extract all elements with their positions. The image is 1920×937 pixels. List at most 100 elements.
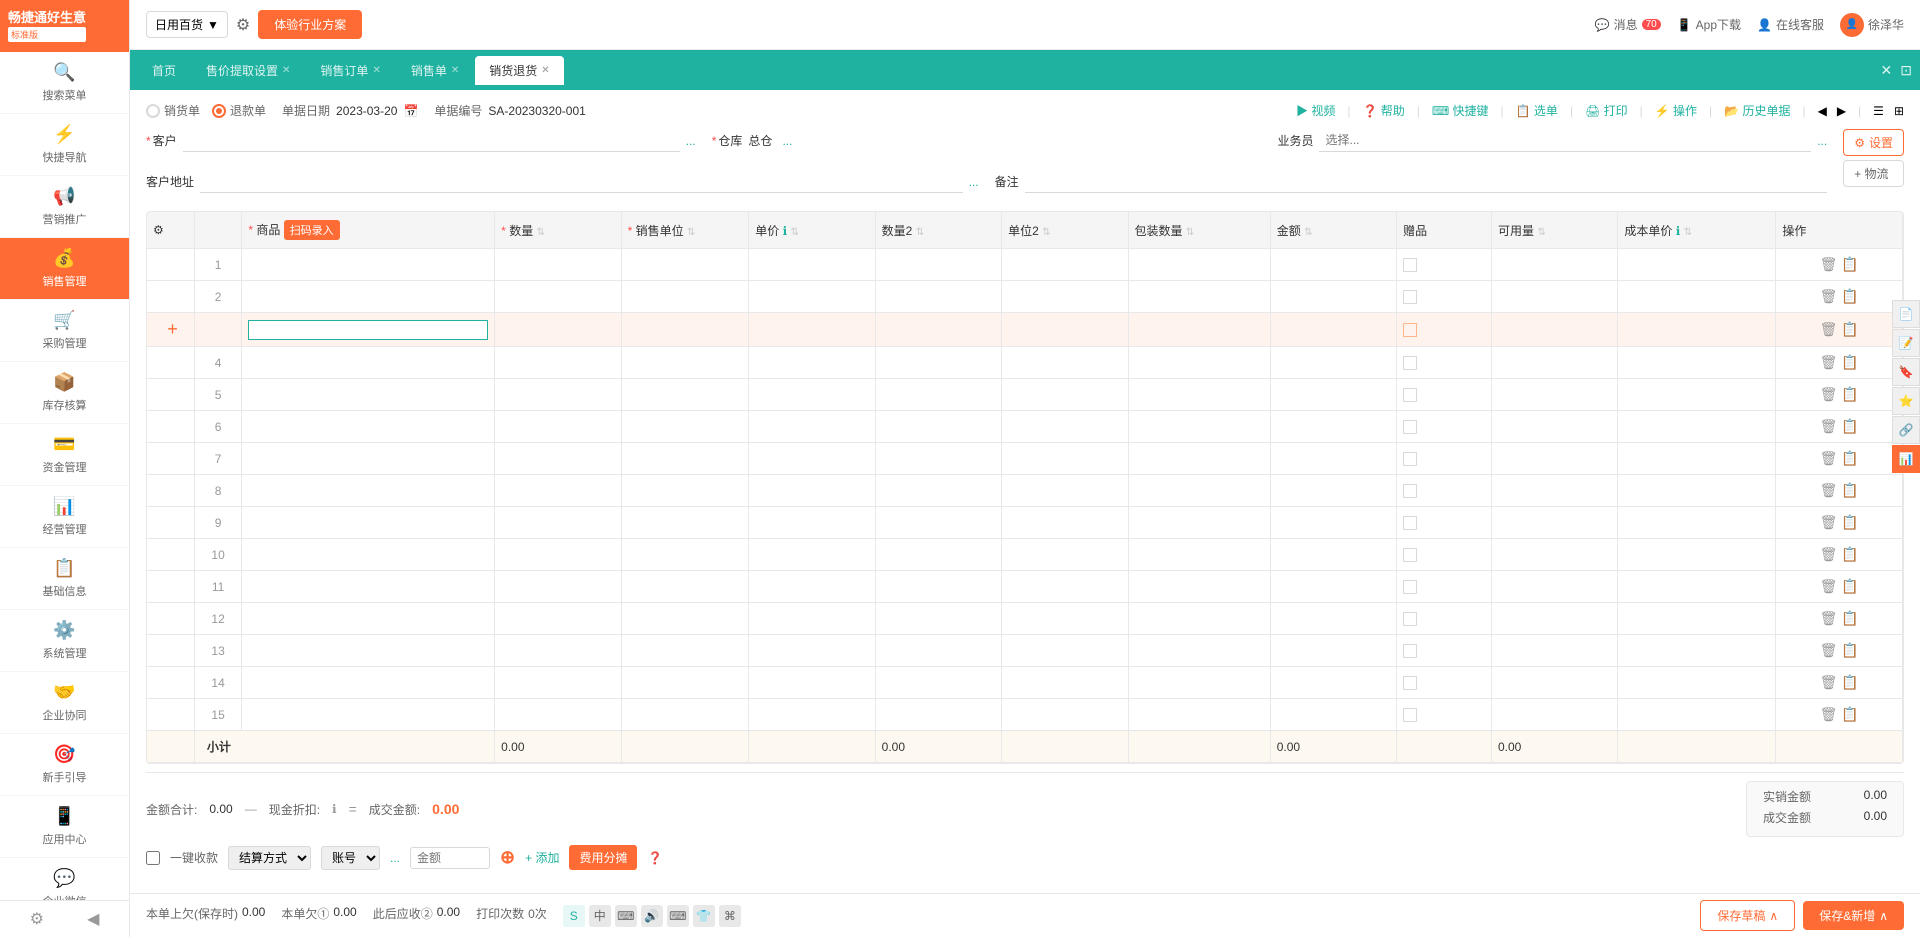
row-product-1[interactable] [242, 249, 495, 281]
product-input-active[interactable] [248, 320, 488, 340]
sidebar-item-search[interactable]: 🔍 搜索菜单 [0, 52, 129, 114]
salesperson-input[interactable] [1319, 129, 1811, 152]
sidebar-settings-btn[interactable]: ⚙ [30, 909, 44, 929]
row-amount-1[interactable] [1270, 249, 1396, 281]
prev-record-icon[interactable]: ◀ [1818, 104, 1827, 118]
delete-row-9-icon[interactable]: 🗑 [1820, 514, 1838, 531]
settings-panel-btn[interactable]: ⚙ 设置 [1843, 129, 1904, 156]
copy-row-6-icon[interactable]: 📋 [1841, 418, 1858, 435]
delete-row-1-icon[interactable]: 🗑 [1820, 256, 1838, 273]
customer-input[interactable] [183, 129, 680, 152]
sale-unit-sort-icon[interactable]: ⇅ [687, 227, 695, 238]
row-unit-price-1[interactable] [749, 249, 875, 281]
user-profile[interactable]: 👤 徐泽华 [1840, 13, 1904, 37]
next-record-icon[interactable]: ▶ [1837, 104, 1846, 118]
cash-discount-info-icon[interactable]: ℹ [332, 802, 337, 816]
column-settings-icon[interactable]: ⚙ [153, 223, 164, 237]
delete-row-8-icon[interactable]: 🗑 [1820, 482, 1838, 499]
row-sale-unit-2[interactable] [621, 281, 749, 313]
right-float-icon-3[interactable]: 🔖 [1892, 358, 1920, 386]
tab-sale-delivery[interactable]: 销售单 ✕ [397, 56, 473, 85]
logistics-btn[interactable]: + 物流 [1843, 160, 1904, 187]
qty2-sort-icon[interactable]: ⇅ [916, 227, 924, 238]
sidebar-item-system[interactable]: ⚙️ 系统管理 [0, 610, 129, 672]
gift-checkbox-4[interactable] [1403, 356, 1417, 370]
row-amount-2[interactable] [1270, 281, 1396, 313]
history-btn[interactable]: 📂 历史单据 [1724, 102, 1790, 119]
add-payment-label[interactable]: + 添加 [525, 849, 559, 866]
delete-row-10-icon[interactable]: 🗑 [1820, 546, 1838, 563]
copy-row-13-icon[interactable]: 📋 [1841, 642, 1858, 659]
gift-checkbox-13[interactable] [1403, 644, 1417, 658]
row-product-2[interactable] [242, 281, 495, 313]
package-sort-icon[interactable]: ⇅ [1186, 227, 1194, 238]
row-sale-unit-3[interactable] [621, 313, 749, 347]
tab-sale-return-close[interactable]: ✕ [541, 65, 549, 76]
online-service-item[interactable]: 👤 在线客服 [1757, 16, 1824, 33]
save-new-btn[interactable]: 保存&新增 ∧ [1803, 901, 1904, 930]
fee-split-btn[interactable]: 费用分摊 [569, 845, 637, 870]
tab-sale-price[interactable]: 售价提取设置 ✕ [192, 56, 304, 85]
sidebar-item-marketing[interactable]: 📢 营销推广 [0, 176, 129, 238]
salesperson-dots-btn[interactable]: ... [1817, 134, 1827, 148]
row-package-qty-3[interactable] [1128, 313, 1270, 347]
quantity-sort-icon[interactable]: ⇅ [537, 227, 545, 238]
delete-row-5-icon[interactable]: 🗑 [1820, 386, 1838, 403]
copy-row-10-icon[interactable]: 📋 [1841, 546, 1858, 563]
copy-row-8-icon[interactable]: 📋 [1841, 482, 1858, 499]
calendar-icon[interactable]: 📅 [403, 104, 418, 118]
tab-sale-price-close[interactable]: ✕ [282, 65, 290, 76]
tab-sale-return[interactable]: 销货退货 ✕ [475, 56, 563, 85]
row-cost-2[interactable] [1618, 281, 1776, 313]
gift-checkbox-5[interactable] [1403, 388, 1417, 402]
unit-price-sort-icon[interactable]: ⇅ [791, 227, 799, 238]
row-product-3[interactable] [242, 313, 495, 347]
sidebar-item-app-center[interactable]: 📱 应用中心 [0, 796, 129, 858]
gift-checkbox-15[interactable] [1403, 708, 1417, 722]
print-btn[interactable]: 🖨 打印 [1585, 102, 1628, 119]
gift-checkbox-10[interactable] [1403, 548, 1417, 562]
topbar-settings-icon[interactable]: ⚙ [236, 15, 250, 35]
remark-input[interactable] [1025, 170, 1828, 193]
warehouse-dots-btn[interactable]: ... [782, 134, 792, 148]
sidebar-item-finance[interactable]: 💳 资金管理 [0, 424, 129, 486]
row-cost-1[interactable] [1618, 249, 1776, 281]
copy-row-1-icon[interactable]: 📋 [1841, 256, 1858, 273]
view-grid-icon[interactable]: ⊞ [1894, 104, 1904, 118]
view-list-icon[interactable]: ☰ [1873, 104, 1884, 118]
copy-row-15-icon[interactable]: 📋 [1841, 706, 1858, 723]
gift-checkbox-8[interactable] [1403, 484, 1417, 498]
gift-checkbox-9[interactable] [1403, 516, 1417, 530]
delete-row-12-icon[interactable]: 🗑 [1820, 610, 1838, 627]
operations-btn[interactable]: ⚡ 操作 [1655, 102, 1697, 119]
delete-row-14-icon[interactable]: 🗑 [1820, 674, 1838, 691]
row-amount-3[interactable] [1270, 313, 1396, 347]
row-unit2-1[interactable] [1002, 249, 1128, 281]
row-sale-unit-1[interactable] [621, 249, 749, 281]
row-unit2-2[interactable] [1002, 281, 1128, 313]
row-available-2[interactable] [1491, 281, 1617, 313]
row-available-3[interactable] [1491, 313, 1617, 347]
radio-sale-delivery[interactable]: 销货单 [146, 102, 200, 119]
close-all-tabs-icon[interactable]: ✕ [1881, 62, 1893, 79]
tab-sale-order-close[interactable]: ✕ [372, 65, 380, 76]
copy-row-9-icon[interactable]: 📋 [1841, 514, 1858, 531]
unit-price-info-icon[interactable]: ℹ [783, 224, 788, 238]
delete-row-15-icon[interactable]: 🗑 [1820, 706, 1838, 723]
gift-checkbox-14[interactable] [1403, 676, 1417, 690]
sidebar-item-guide[interactable]: 🎯 新手引导 [0, 734, 129, 796]
account-dots-btn[interactable]: ... [390, 851, 400, 865]
right-float-icon-4[interactable]: ⭐ [1892, 387, 1920, 415]
scan-input-btn[interactable]: 扫码录入 [284, 220, 340, 240]
sidebar-item-operations[interactable]: 📊 经营管理 [0, 486, 129, 548]
add-row-btn[interactable]: + [167, 319, 178, 339]
select-btn[interactable]: 📋 选单 [1516, 102, 1558, 119]
sidebar-item-enterprise[interactable]: 🤝 企业协同 [0, 672, 129, 734]
amount-sort-icon[interactable]: ⇅ [1304, 227, 1312, 238]
cost-sort-icon[interactable]: ⇅ [1684, 227, 1692, 238]
video-btn[interactable]: ▶ 视频 [1296, 102, 1335, 119]
delete-row-4-icon[interactable]: 🗑 [1820, 354, 1838, 371]
maximize-icon[interactable]: ⊡ [1900, 62, 1912, 79]
add-payment-btn[interactable]: ⊕ [500, 847, 515, 868]
delete-row-7-icon[interactable]: 🗑 [1820, 450, 1838, 467]
